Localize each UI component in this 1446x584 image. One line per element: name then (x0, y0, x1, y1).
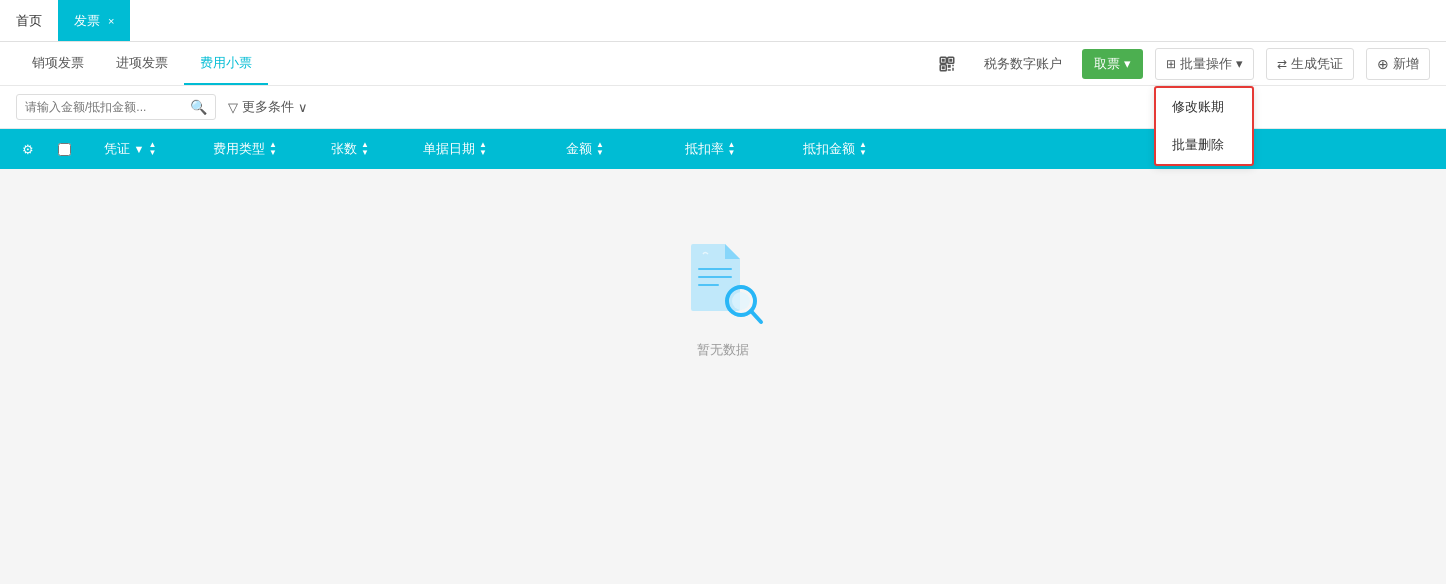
svg-line-15 (751, 311, 761, 322)
quepiao-button[interactable]: 取票 ▾ (1082, 49, 1143, 79)
th-deduct-amount[interactable]: 抵扣金额 ▲▼ (770, 140, 900, 158)
th-date-sort-icon[interactable]: ▲▼ (479, 141, 487, 157)
svg-rect-1 (942, 58, 945, 61)
add-icon: ⊕ (1377, 56, 1389, 72)
sub-tabs-left: 销项发票 进项发票 费用小票 (16, 42, 268, 85)
th-expense-type-label: 费用类型 (213, 140, 265, 158)
th-count-sort-icon[interactable]: ▲▼ (361, 141, 369, 157)
batch-dropdown-menu: 修改账期 批量删除 (1154, 86, 1254, 166)
th-voucher[interactable]: 凭证 ▼ ▲▼ (80, 140, 180, 158)
add-label: 新增 (1393, 55, 1419, 73)
quepiao-chevron-icon: ▾ (1124, 56, 1131, 71)
dropdown-item-modify-period[interactable]: 修改账期 (1156, 88, 1252, 126)
th-count[interactable]: 张数 ▲▼ (310, 140, 390, 158)
th-date[interactable]: 单据日期 ▲▼ (390, 140, 520, 158)
search-input-wrap[interactable]: 🔍 (16, 94, 216, 120)
th-gear[interactable]: ⚙ (8, 142, 48, 157)
batch-operations-container: ⊞ 批量操作 ▾ 修改账期 批量删除 (1155, 48, 1254, 80)
nav-tab-label: 发票 (74, 12, 100, 30)
th-deduct-amount-sort-icon[interactable]: ▲▼ (859, 141, 867, 157)
sub-tabs-bar: 销项发票 进项发票 费用小票 税务数字账户 取票 ▾ (0, 42, 1446, 86)
th-date-label: 单据日期 (423, 140, 475, 158)
th-expense-type-sort-icon[interactable]: ▲▼ (269, 141, 277, 157)
th-voucher-label: 凭证 (104, 140, 130, 158)
th-voucher-filter-icon: ▼ (134, 143, 145, 155)
svg-rect-6 (948, 64, 951, 67)
sub-tabs-right: 税务数字账户 取票 ▾ ⊞ 批量操作 ▾ 修改账期 批量删除 ⇄ 生成凭证 ⊕ … (930, 48, 1430, 80)
svg-rect-8 (948, 69, 951, 71)
th-amount-label: 金额 (566, 140, 592, 158)
generate-voucher-button[interactable]: ⇄ 生成凭证 (1266, 48, 1354, 80)
th-deduct-rate-label: 抵扣率 (685, 140, 724, 158)
svg-rect-5 (942, 66, 945, 69)
batch-label: 批量操作 (1180, 55, 1232, 73)
search-icon: 🔍 (190, 99, 207, 115)
empty-state-text: 暂无数据 (697, 341, 749, 359)
batch-chevron-icon: ▾ (1236, 56, 1243, 71)
quepiao-label: 取票 (1094, 55, 1120, 73)
svg-rect-7 (952, 64, 954, 66)
search-input[interactable] (25, 100, 190, 114)
top-nav: 首页 发票 × (0, 0, 1446, 42)
tab-expense-ticket[interactable]: 费用小票 (184, 42, 268, 85)
th-amount-sort-icon[interactable]: ▲▼ (596, 141, 604, 157)
th-deduct-rate-sort-icon[interactable]: ▲▼ (728, 141, 736, 157)
th-count-label: 张数 (331, 140, 357, 158)
more-conditions-label: 更多条件 (242, 98, 294, 116)
add-button[interactable]: ⊕ 新增 (1366, 48, 1430, 80)
more-conditions-button[interactable]: ▽ 更多条件 ∨ (228, 98, 308, 116)
more-conditions-chevron-icon: ∨ (298, 100, 308, 115)
dropdown-item-batch-delete[interactable]: 批量删除 (1156, 126, 1252, 164)
empty-state: 暂无数据 (0, 169, 1446, 399)
th-deduct-amount-label: 抵扣金额 (803, 140, 855, 158)
svg-point-14 (732, 292, 750, 310)
th-voucher-sort-icon[interactable]: ▲▼ (148, 141, 156, 157)
filter-icon: ▽ (228, 100, 238, 115)
batch-icon: ⊞ (1166, 57, 1176, 71)
gear-icon: ⚙ (22, 142, 34, 157)
qr-icon-button[interactable] (930, 51, 964, 77)
svg-rect-3 (949, 58, 952, 61)
select-all-checkbox[interactable] (58, 143, 71, 156)
th-expense-type[interactable]: 费用类型 ▲▼ (180, 140, 310, 158)
empty-state-icon (673, 229, 773, 329)
svg-rect-9 (952, 67, 954, 70)
qr-icon (938, 55, 956, 73)
th-amount[interactable]: 金额 ▲▼ (520, 140, 650, 158)
close-tab-icon[interactable]: × (108, 15, 114, 27)
tab-sales-invoice[interactable]: 销项发票 (16, 42, 100, 85)
nav-home[interactable]: 首页 (0, 0, 58, 41)
th-deduct-rate[interactable]: 抵扣率 ▲▼ (650, 140, 770, 158)
th-checkbox[interactable] (48, 143, 80, 156)
generate-label: 生成凭证 (1291, 55, 1343, 73)
generate-icon: ⇄ (1277, 57, 1287, 71)
tab-purchase-invoice[interactable]: 进项发票 (100, 42, 184, 85)
tax-account-button[interactable]: 税务数字账户 (976, 51, 1070, 77)
nav-tab-invoice[interactable]: 发票 × (58, 0, 130, 41)
batch-operations-button[interactable]: ⊞ 批量操作 ▾ (1155, 48, 1254, 80)
